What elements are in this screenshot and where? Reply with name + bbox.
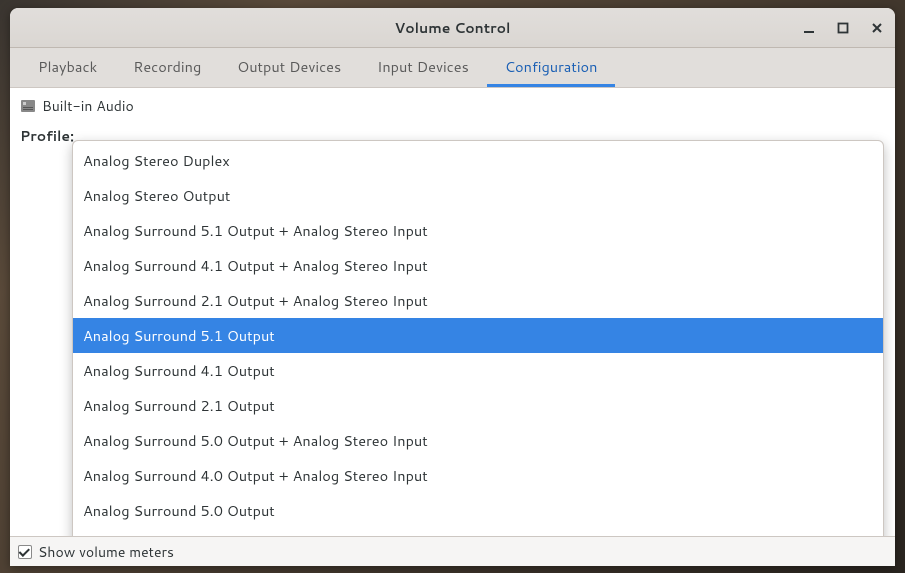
profile-option[interactable]: Analog Surround 5.0 Output (73, 493, 883, 528)
volume-control-window: Volume Control Playback Recording Output… (10, 8, 895, 566)
show-volume-meters-checkbox[interactable] (18, 545, 32, 559)
profile-option-selected[interactable]: Analog Surround 5.1 Output (73, 318, 883, 353)
tab-playback[interactable]: Playback (20, 48, 115, 87)
close-icon (871, 22, 883, 34)
tab-output-devices[interactable]: Output Devices (219, 48, 359, 87)
profile-dropdown[interactable]: Analog Stereo Duplex Analog Stereo Outpu… (72, 140, 884, 566)
minimize-button[interactable] (799, 18, 819, 38)
titlebar[interactable]: Volume Control (10, 8, 895, 48)
tab-configuration[interactable]: Configuration (487, 48, 616, 87)
device-name: Built-in Audio (42, 96, 134, 116)
close-button[interactable] (867, 18, 887, 38)
window-controls (799, 8, 887, 47)
device-row: Built-in Audio (20, 96, 885, 116)
profile-option[interactable]: Analog Surround 4.1 Output + Analog Ster… (73, 248, 883, 283)
profile-option[interactable]: Analog Surround 5.0 Output + Analog Ster… (73, 423, 883, 458)
profile-option[interactable]: Analog Surround 4.1 Output (73, 353, 883, 388)
maximize-button[interactable] (833, 18, 853, 38)
content-area: Built-in Audio Profile: Analog Stereo Du… (10, 88, 895, 566)
minimize-icon (803, 22, 815, 34)
window-title: Volume Control (395, 18, 511, 38)
audio-card-icon (20, 98, 36, 114)
show-volume-meters-label: Show volume meters (38, 542, 174, 562)
footer: Show volume meters (10, 536, 895, 566)
profile-option[interactable]: Analog Surround 2.1 Output + Analog Ster… (73, 283, 883, 318)
profile-option[interactable]: Analog Surround 5.1 Output + Analog Ster… (73, 213, 883, 248)
tab-input-devices[interactable]: Input Devices (359, 48, 487, 87)
maximize-icon (837, 22, 849, 34)
profile-label: Profile: (20, 126, 74, 146)
profile-option[interactable]: Analog Surround 2.1 Output (73, 388, 883, 423)
tab-recording[interactable]: Recording (115, 48, 219, 87)
profile-option[interactable]: Analog Stereo Duplex (73, 143, 883, 178)
profile-option[interactable]: Analog Stereo Output (73, 178, 883, 213)
profile-option[interactable]: Analog Surround 4.0 Output + Analog Ster… (73, 458, 883, 493)
tabbar: Playback Recording Output Devices Input … (10, 48, 895, 88)
